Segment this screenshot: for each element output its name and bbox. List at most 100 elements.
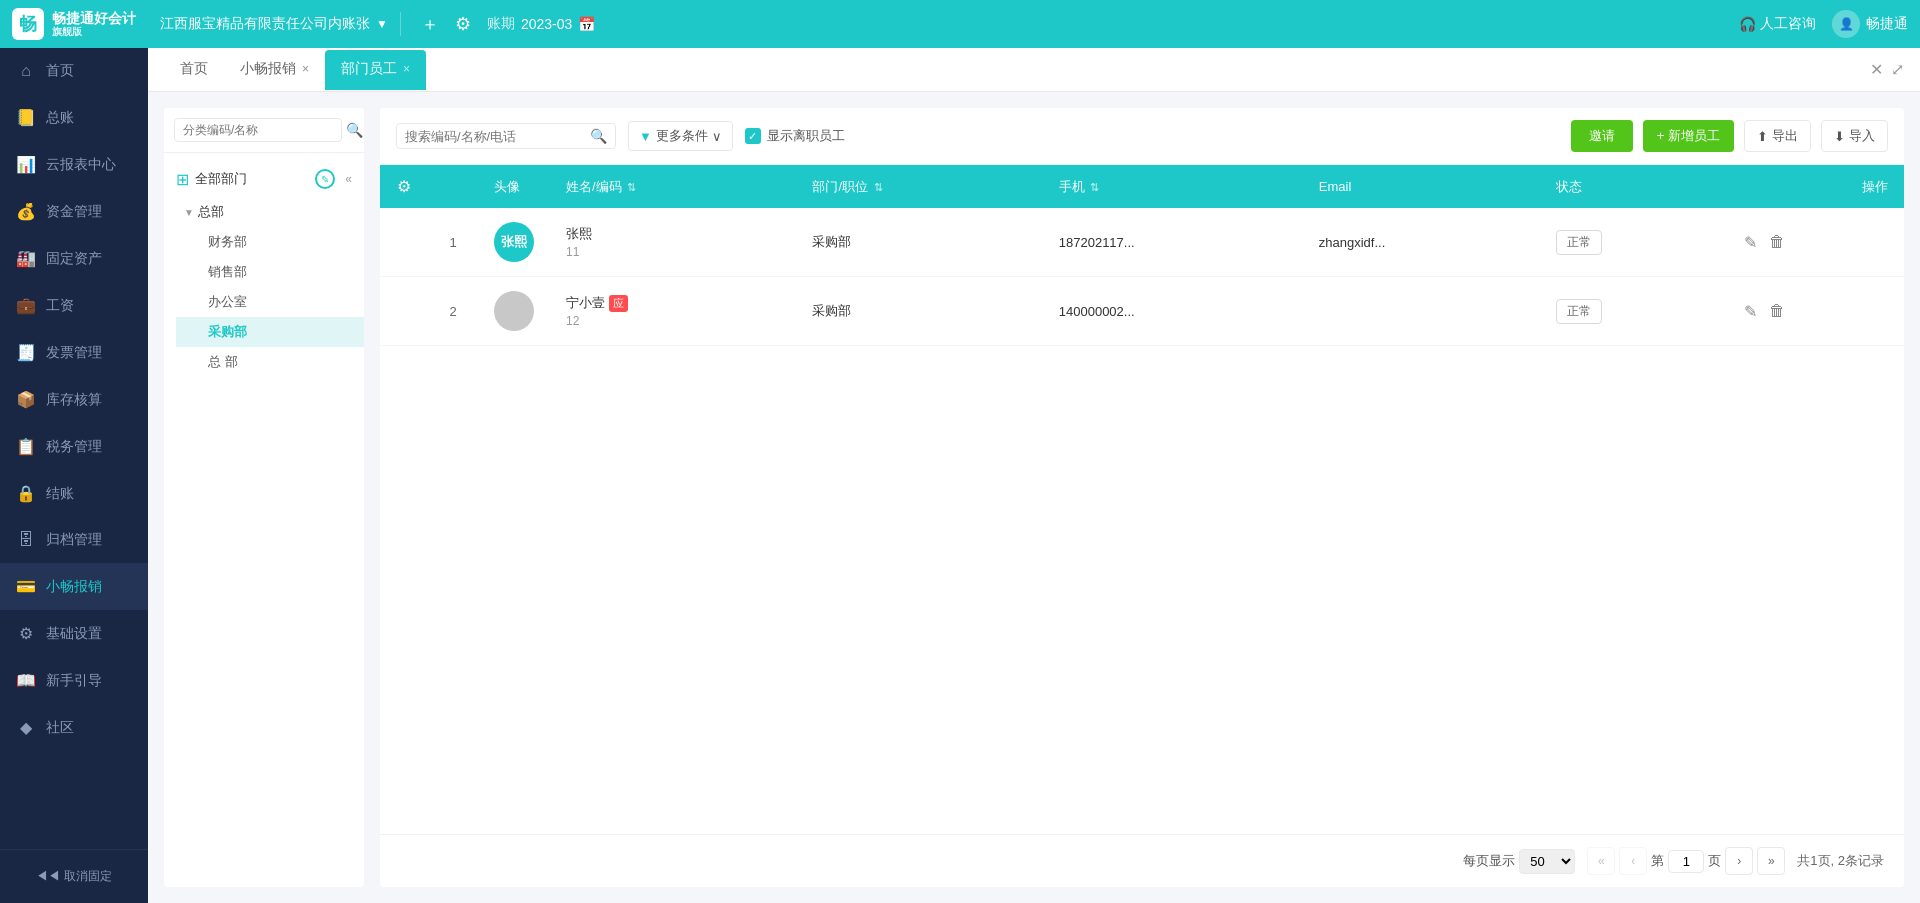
show-resigned-toggle[interactable]: ✓ 显示离职员工 [745, 127, 845, 145]
sidebar-item-more[interactable]: ◆ 社区 [0, 704, 148, 751]
dept-search-icon[interactable]: 🔍 [346, 122, 363, 138]
sidebar-item-fixed-assets[interactable]: 🏭 固定资产 [0, 235, 148, 282]
sidebar-label-home: 首页 [46, 62, 74, 80]
dept-edit-button[interactable]: ✎ [315, 169, 335, 189]
dept-general[interactable]: 总 部 [176, 347, 364, 377]
tab-dept-close[interactable]: × [403, 62, 410, 76]
next-page-button[interactable]: › [1725, 847, 1753, 875]
topbar-settings-button[interactable]: ⚙ [447, 13, 479, 35]
sidebar-item-invoice[interactable]: 🧾 发票管理 [0, 329, 148, 376]
tab-bar: 首页 小畅报销 × 部门员工 × ✕ ⤢ [148, 48, 1920, 92]
sidebar-item-archive[interactable]: 🗄 归档管理 [0, 517, 148, 563]
prev-page-button[interactable]: ‹ [1619, 847, 1647, 875]
employee-name: 张熙 [566, 225, 592, 243]
import-icon: ⬇ [1834, 129, 1845, 144]
dept-all-button[interactable]: ⊞ 全部部门 ✎ « [164, 161, 364, 197]
table-gear-icon[interactable]: ⚙ [397, 178, 411, 195]
calendar-icon[interactable]: 📅 [578, 16, 595, 32]
name-cell: 张熙 11 [550, 208, 796, 277]
show-resigned-label: 显示离职员工 [767, 127, 845, 145]
actions-cell: ✎ 🗑 [1728, 277, 1904, 346]
tab-close-window[interactable]: ✕ [1870, 60, 1883, 79]
sidebar-item-close[interactable]: 🔒 结账 [0, 470, 148, 517]
dept-search-input[interactable] [174, 118, 342, 142]
period-label: 账期 [487, 15, 515, 33]
import-button[interactable]: ⬇ 导入 [1821, 120, 1888, 152]
sidebar-item-home[interactable]: ⌂ 首页 [0, 48, 148, 94]
user-menu[interactable]: 👤 畅捷通 [1832, 10, 1908, 38]
tab-expand-window[interactable]: ⤢ [1891, 60, 1904, 79]
delete-button[interactable]: 🗑 [1769, 233, 1785, 252]
sidebar-item-reports[interactable]: 📊 云报表中心 [0, 141, 148, 188]
resigned-badge: 应 [609, 295, 628, 312]
period-value[interactable]: 2023-03 [521, 16, 572, 32]
table-name-header[interactable]: 姓名/编码 ⇅ [550, 165, 796, 208]
total-records: 共1页, 2条记录 [1797, 852, 1884, 870]
employee-search-icon[interactable]: 🔍 [590, 128, 607, 144]
edit-button[interactable]: ✎ [1744, 302, 1757, 321]
toolbar-right: 邀请 + 新增员工 ⬆ 导出 ⬇ 导入 [1571, 120, 1888, 152]
dept-sales[interactable]: 销售部 [176, 257, 364, 287]
support-button[interactable]: 🎧 人工咨询 [1739, 15, 1816, 33]
right-panel: 🔍 ▼ 更多条件 ∨ ✓ 显示离职员工 邀请 + 新增员工 [380, 108, 1904, 887]
close-period-icon: 🔒 [16, 484, 36, 503]
sidebar-item-settings[interactable]: ⚙ 基础设置 [0, 610, 148, 657]
dept-sort-icon[interactable]: ⇅ [874, 181, 883, 193]
dept-collapse-button[interactable]: « [345, 172, 352, 186]
tab-expense[interactable]: 小畅报销 × [224, 50, 325, 90]
avatar-cell: 张熙 [478, 208, 550, 277]
invoice-icon: 🧾 [16, 343, 36, 362]
table-phone-label: 手机 [1059, 179, 1085, 194]
tab-expense-close[interactable]: × [302, 62, 309, 76]
filter-chevron-icon: ∨ [712, 129, 722, 144]
sidebar-item-salary[interactable]: 💼 工资 [0, 282, 148, 329]
row-number: 2 [428, 277, 478, 346]
dept-finance[interactable]: 财务部 [176, 227, 364, 257]
table-settings-header[interactable]: ⚙ [380, 165, 428, 208]
tab-dept-employee[interactable]: 部门员工 × [325, 50, 426, 90]
table-dept-label: 部门/职位 [812, 179, 868, 194]
sidebar-item-ledger[interactable]: 📒 总账 [0, 94, 148, 141]
show-resigned-checkbox[interactable]: ✓ [745, 128, 761, 144]
settings-cell [380, 277, 428, 346]
sidebar-item-expense[interactable]: 💳 小畅报销 [0, 563, 148, 610]
sidebar-label-guide: 新手引导 [46, 672, 102, 690]
export-button[interactable]: ⬆ 导出 [1744, 120, 1811, 152]
table-phone-header[interactable]: 手机 ⇅ [1043, 165, 1303, 208]
sidebar-pin-button[interactable]: ◀◀ 取消固定 [0, 860, 148, 893]
sidebar-item-inventory[interactable]: 📦 库存核算 [0, 376, 148, 423]
topbar-add-button[interactable]: ＋ [413, 12, 447, 36]
actions-cell: ✎ 🗑 [1728, 208, 1904, 277]
delete-button[interactable]: 🗑 [1769, 302, 1785, 321]
dept-purchasing[interactable]: 采购部 [176, 317, 364, 347]
table-dept-header[interactable]: 部门/职位 ⇅ [796, 165, 1042, 208]
page-size-label: 每页显示 [1463, 852, 1515, 870]
table-name-label: 姓名/编码 [566, 179, 622, 194]
phone-sort-icon[interactable]: ⇅ [1090, 181, 1099, 193]
company-selector[interactable]: 江西服宝精品有限责任公司内账张 ▼ [160, 15, 388, 33]
first-page-button[interactable]: « [1587, 847, 1615, 875]
dept-panel: 🔍 ⊞ 全部部门 ✎ « ▼ 总部 财 [164, 108, 364, 887]
employee-search-input[interactable] [405, 129, 584, 144]
import-label: 导入 [1849, 127, 1875, 145]
dept-cell: 采购部 [796, 208, 1042, 277]
filter-button[interactable]: ▼ 更多条件 ∨ [628, 121, 733, 151]
user-name: 畅捷通 [1866, 15, 1908, 33]
edit-button[interactable]: ✎ [1744, 233, 1757, 252]
page-number-input[interactable] [1668, 850, 1704, 873]
page-size-select[interactable]: 102050100 [1519, 849, 1575, 874]
user-avatar: 👤 [1832, 10, 1860, 38]
dept-headquarters-label[interactable]: ▼ 总部 [164, 197, 364, 227]
sidebar-item-capital[interactable]: 💰 资金管理 [0, 188, 148, 235]
avatar-cell [478, 277, 550, 346]
tab-home[interactable]: 首页 [164, 50, 224, 90]
invite-button[interactable]: 邀请 [1571, 120, 1633, 152]
name-sort-icon[interactable]: ⇅ [627, 181, 636, 193]
reports-icon: 📊 [16, 155, 36, 174]
sidebar-item-tax[interactable]: 📋 税务管理 [0, 423, 148, 470]
sidebar-item-guide[interactable]: 📖 新手引导 [0, 657, 148, 704]
filter-icon: ▼ [639, 129, 652, 144]
last-page-button[interactable]: » [1757, 847, 1785, 875]
dept-office[interactable]: 办公室 [176, 287, 364, 317]
add-employee-button[interactable]: + 新增员工 [1643, 120, 1734, 152]
